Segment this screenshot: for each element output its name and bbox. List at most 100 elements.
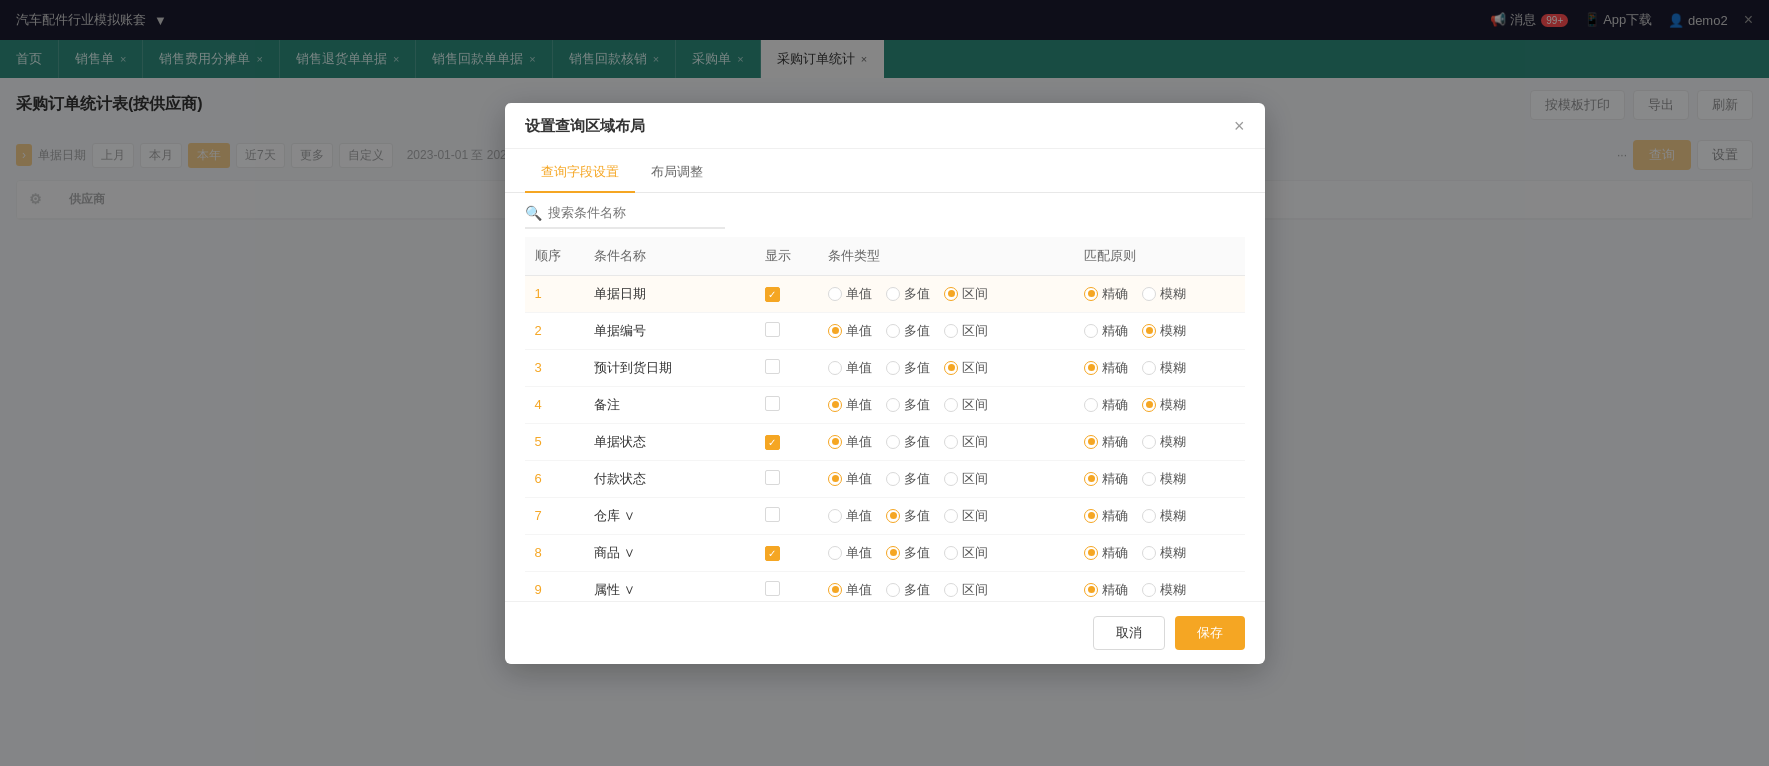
- order-number: 3: [535, 360, 542, 375]
- radio-dot: [1142, 435, 1156, 449]
- type-radio-多值[interactable]: 多值: [886, 396, 930, 414]
- display-checkbox[interactable]: [765, 507, 780, 522]
- row-name: 单据日期: [584, 275, 754, 312]
- radio-dot: [944, 398, 958, 412]
- row-order: 4: [525, 386, 585, 423]
- row-match: 精确模糊: [1074, 275, 1244, 312]
- match-radio-精确[interactable]: 精确: [1084, 359, 1128, 377]
- type-radio-多值[interactable]: 多值: [886, 433, 930, 451]
- match-radio-模糊[interactable]: 模糊: [1142, 433, 1186, 451]
- radio-dot: [886, 398, 900, 412]
- match-radio-模糊[interactable]: 模糊: [1142, 507, 1186, 525]
- row-name: 商品 ∨: [584, 534, 754, 571]
- dialog-close-btn[interactable]: ×: [1234, 117, 1245, 135]
- display-checkbox[interactable]: ✓: [765, 287, 780, 302]
- display-checkbox[interactable]: [765, 322, 780, 337]
- type-radio-多值[interactable]: 多值: [886, 507, 930, 525]
- type-radio-单值[interactable]: 单值: [828, 322, 872, 340]
- radio-dot: [1084, 583, 1098, 597]
- row-match: 精确模糊: [1074, 571, 1244, 597]
- match-radio-模糊[interactable]: 模糊: [1142, 359, 1186, 377]
- type-radio-单值[interactable]: 单值: [828, 359, 872, 377]
- display-checkbox[interactable]: [765, 359, 780, 374]
- row-order: 9: [525, 571, 585, 597]
- match-radio-精确[interactable]: 精确: [1084, 433, 1128, 451]
- match-radio-模糊[interactable]: 模糊: [1142, 285, 1186, 303]
- table-row: 1单据日期✓单值多值区间精确模糊: [525, 275, 1245, 312]
- type-radio-区间[interactable]: 区间: [944, 396, 988, 414]
- type-radio-多值[interactable]: 多值: [886, 470, 930, 488]
- type-radio-区间[interactable]: 区间: [944, 359, 988, 377]
- radio-dot: [1142, 509, 1156, 523]
- row-type: 单值多值区间: [818, 497, 1074, 534]
- radio-dot: [828, 287, 842, 301]
- radio-dot: [944, 287, 958, 301]
- search-input[interactable]: [548, 205, 708, 220]
- type-radio-区间[interactable]: 区间: [944, 470, 988, 488]
- display-checkbox[interactable]: [765, 396, 780, 411]
- radio-dot: [944, 546, 958, 560]
- match-radio-模糊[interactable]: 模糊: [1142, 322, 1186, 340]
- row-match: 精确模糊: [1074, 423, 1244, 460]
- order-number: 9: [535, 582, 542, 597]
- match-radio-模糊[interactable]: 模糊: [1142, 581, 1186, 597]
- type-radio-区间[interactable]: 区间: [944, 507, 988, 525]
- type-radio-单值[interactable]: 单值: [828, 544, 872, 562]
- match-radio-模糊[interactable]: 模糊: [1142, 544, 1186, 562]
- radio-dot: [1142, 324, 1156, 338]
- type-radio-区间[interactable]: 区间: [944, 544, 988, 562]
- match-radio-精确[interactable]: 精确: [1084, 285, 1128, 303]
- type-radio-单值[interactable]: 单值: [828, 581, 872, 597]
- radio-dot: [944, 472, 958, 486]
- radio-dot: [886, 361, 900, 375]
- match-radio-精确[interactable]: 精确: [1084, 507, 1128, 525]
- cancel-btn[interactable]: 取消: [1093, 616, 1165, 650]
- type-radio-多值[interactable]: 多值: [886, 544, 930, 562]
- type-radio-区间[interactable]: 区间: [944, 322, 988, 340]
- row-display: [755, 497, 819, 534]
- dialog-header: 设置查询区域布局 ×: [505, 103, 1265, 149]
- radio-dot: [944, 583, 958, 597]
- type-radio-多值[interactable]: 多值: [886, 581, 930, 597]
- type-radio-区间[interactable]: 区间: [944, 581, 988, 597]
- display-checkbox[interactable]: [765, 470, 780, 485]
- match-radio-精确[interactable]: 精确: [1084, 544, 1128, 562]
- row-type: 单值多值区间: [818, 275, 1074, 312]
- type-radio-单值[interactable]: 单值: [828, 470, 872, 488]
- search-box: 🔍: [525, 205, 725, 229]
- modal-overlay: 设置查询区域布局 × 查询字段设置 布局调整 🔍 顺序: [0, 0, 1769, 766]
- radio-dot: [828, 324, 842, 338]
- match-radio-精确[interactable]: 精确: [1084, 581, 1128, 597]
- row-order: 8: [525, 534, 585, 571]
- type-radio-区间[interactable]: 区间: [944, 285, 988, 303]
- type-radio-多值[interactable]: 多值: [886, 285, 930, 303]
- type-radio-区间[interactable]: 区间: [944, 433, 988, 451]
- match-radio-模糊[interactable]: 模糊: [1142, 470, 1186, 488]
- type-radio-单值[interactable]: 单值: [828, 507, 872, 525]
- match-radio-精确[interactable]: 精确: [1084, 396, 1128, 414]
- table-row: 8商品 ∨ ✓ 单值多值区间 精确模糊: [525, 534, 1245, 571]
- type-radio-单值[interactable]: 单值: [828, 285, 872, 303]
- match-radio-精确[interactable]: 精确: [1084, 322, 1128, 340]
- row-match: 精确模糊: [1074, 349, 1244, 386]
- type-radio-多值[interactable]: 多值: [886, 359, 930, 377]
- display-checkbox[interactable]: ✓: [765, 435, 780, 450]
- type-radio-多值[interactable]: 多值: [886, 322, 930, 340]
- table-header-row: 顺序 条件名称 显示 条件类型 匹配原则: [525, 237, 1245, 276]
- radio-dot: [1142, 361, 1156, 375]
- row-display: [755, 312, 819, 349]
- dialog-tab-layout[interactable]: 布局调整: [635, 153, 719, 193]
- display-checkbox[interactable]: [765, 581, 780, 596]
- row-display: ✓: [755, 534, 819, 571]
- type-radio-单值[interactable]: 单值: [828, 433, 872, 451]
- radio-dot: [828, 472, 842, 486]
- radio-dot: [1084, 287, 1098, 301]
- row-match: 精确模糊: [1074, 460, 1244, 497]
- dialog-tab-query[interactable]: 查询字段设置: [525, 153, 635, 193]
- display-checkbox[interactable]: ✓: [765, 546, 780, 561]
- match-radio-精确[interactable]: 精确: [1084, 470, 1128, 488]
- row-display: ✓: [755, 423, 819, 460]
- match-radio-模糊[interactable]: 模糊: [1142, 396, 1186, 414]
- type-radio-单值[interactable]: 单值: [828, 396, 872, 414]
- save-btn[interactable]: 保存: [1175, 616, 1245, 650]
